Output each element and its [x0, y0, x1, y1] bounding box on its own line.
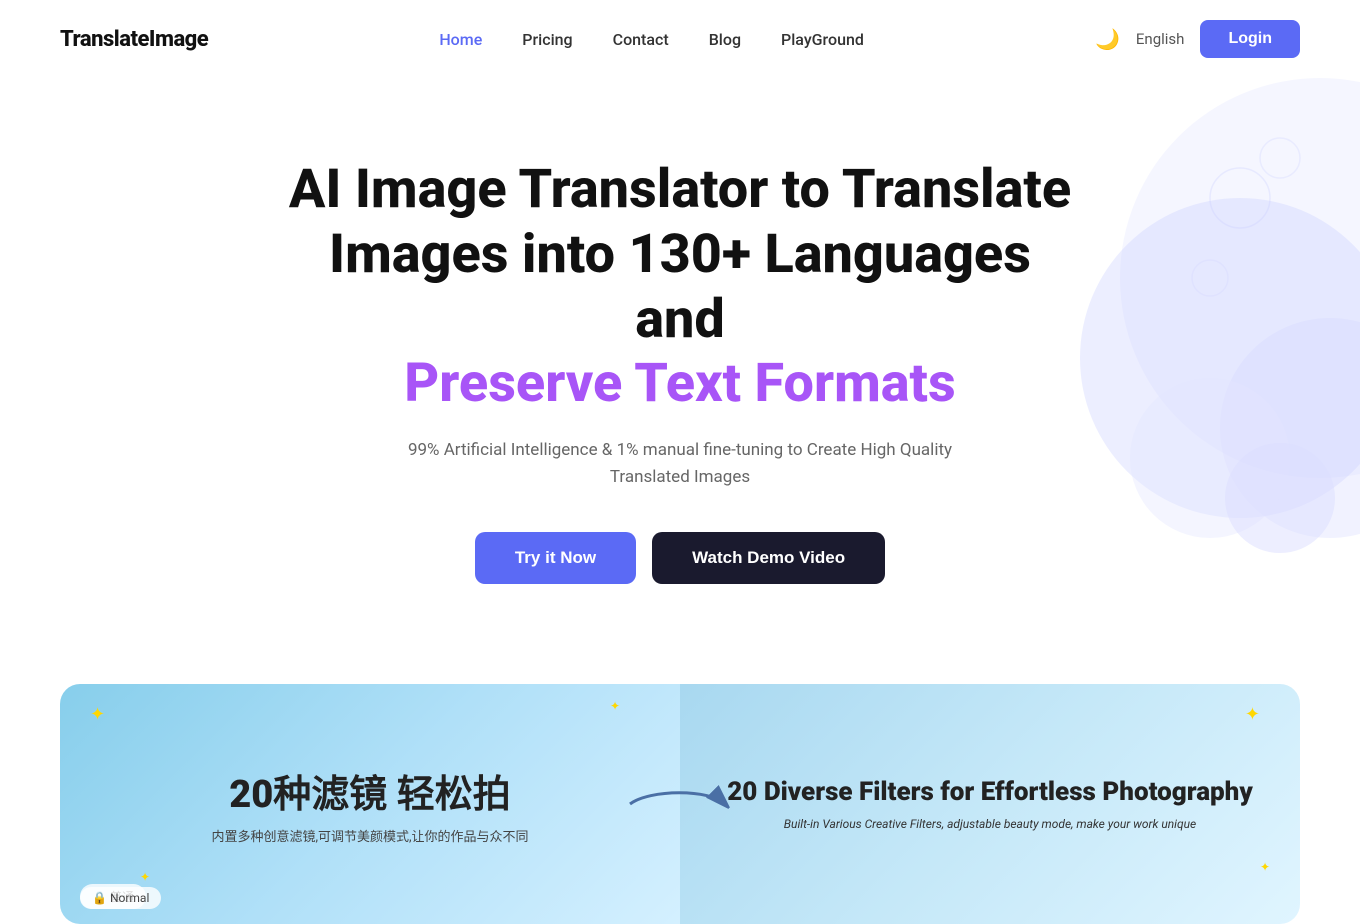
- hero-content: AI Image Translator to Translate Images …: [60, 158, 1300, 584]
- nav-link-contact[interactable]: Contact: [613, 30, 669, 49]
- sparkle-5: ✦: [1260, 860, 1270, 874]
- nav-item-contact[interactable]: Contact: [613, 30, 669, 49]
- navbar: TranslateImage Home Pricing Contact Blog…: [0, 0, 1360, 78]
- try-now-button[interactable]: Try it Now: [475, 532, 636, 584]
- sparkle-2: ✦: [610, 699, 620, 713]
- sparkle-4: ✦: [1245, 704, 1260, 725]
- demo-chinese-title: 20种滤镜 轻松拍: [229, 763, 511, 818]
- nav-link-pricing[interactable]: Pricing: [522, 30, 572, 49]
- hero-headline: AI Image Translator to Translate Images …: [280, 158, 1080, 417]
- demo-images-container: ✦ ✦ ✦ 20种滤镜 轻松拍 内置多种创意滤镜,可调节美颜模式,让你的作品与众…: [60, 684, 1300, 924]
- demo-section: ✦ ✦ ✦ 20种滤镜 轻松拍 内置多种创意滤镜,可调节美颜模式,让你的作品与众…: [0, 684, 1360, 924]
- headline-accent: Preserve Text Formats: [404, 352, 955, 415]
- demo-arrow: [620, 784, 740, 824]
- nav-links: Home Pricing Contact Blog PlayGround: [439, 30, 864, 49]
- nav-item-blog[interactable]: Blog: [709, 30, 741, 49]
- nav-link-playground[interactable]: PlayGround: [781, 30, 864, 49]
- demo-english-title: 20 Diverse Filters for Effortless Photog…: [727, 776, 1253, 810]
- sparkle-3: ✦: [140, 870, 150, 884]
- lock-icon-right: 🔒: [92, 891, 107, 905]
- hero-buttons: Try it Now Watch Demo Video: [60, 532, 1300, 584]
- demo-right-badge: 🔒 Normal: [80, 887, 161, 909]
- watch-demo-button[interactable]: Watch Demo Video: [652, 532, 885, 584]
- demo-chinese-sub: 内置多种创意滤镜,可调节美颜模式,让你的作品与众不同: [211, 826, 528, 845]
- sparkle-1: ✦: [90, 704, 105, 725]
- language-selector[interactable]: English: [1136, 30, 1185, 48]
- login-button[interactable]: Login: [1200, 20, 1300, 58]
- nav-link-blog[interactable]: Blog: [709, 30, 741, 49]
- nav-item-pricing[interactable]: Pricing: [522, 30, 572, 49]
- headline-line2: Images into 130+ Languages and: [329, 223, 1031, 351]
- headline-line1: AI Image Translator to Translate: [289, 158, 1071, 221]
- demo-right-panel: ✦ ✦ 20 Diverse Filters for Effortless Ph…: [680, 684, 1300, 924]
- hero-subtext: 99% Artificial Intelligence & 1% manual …: [380, 437, 980, 491]
- nav-item-home[interactable]: Home: [439, 30, 482, 49]
- nav-item-playground[interactable]: PlayGround: [781, 30, 864, 49]
- logo[interactable]: TranslateImage: [60, 27, 208, 52]
- hero-section: AI Image Translator to Translate Images …: [0, 78, 1360, 644]
- demo-english-sub: Built-in Various Creative Filters, adjus…: [784, 817, 1196, 831]
- dark-mode-icon[interactable]: 🌙: [1095, 27, 1120, 51]
- nav-right: 🌙 English Login: [1095, 20, 1300, 58]
- nav-link-home[interactable]: Home: [439, 30, 482, 49]
